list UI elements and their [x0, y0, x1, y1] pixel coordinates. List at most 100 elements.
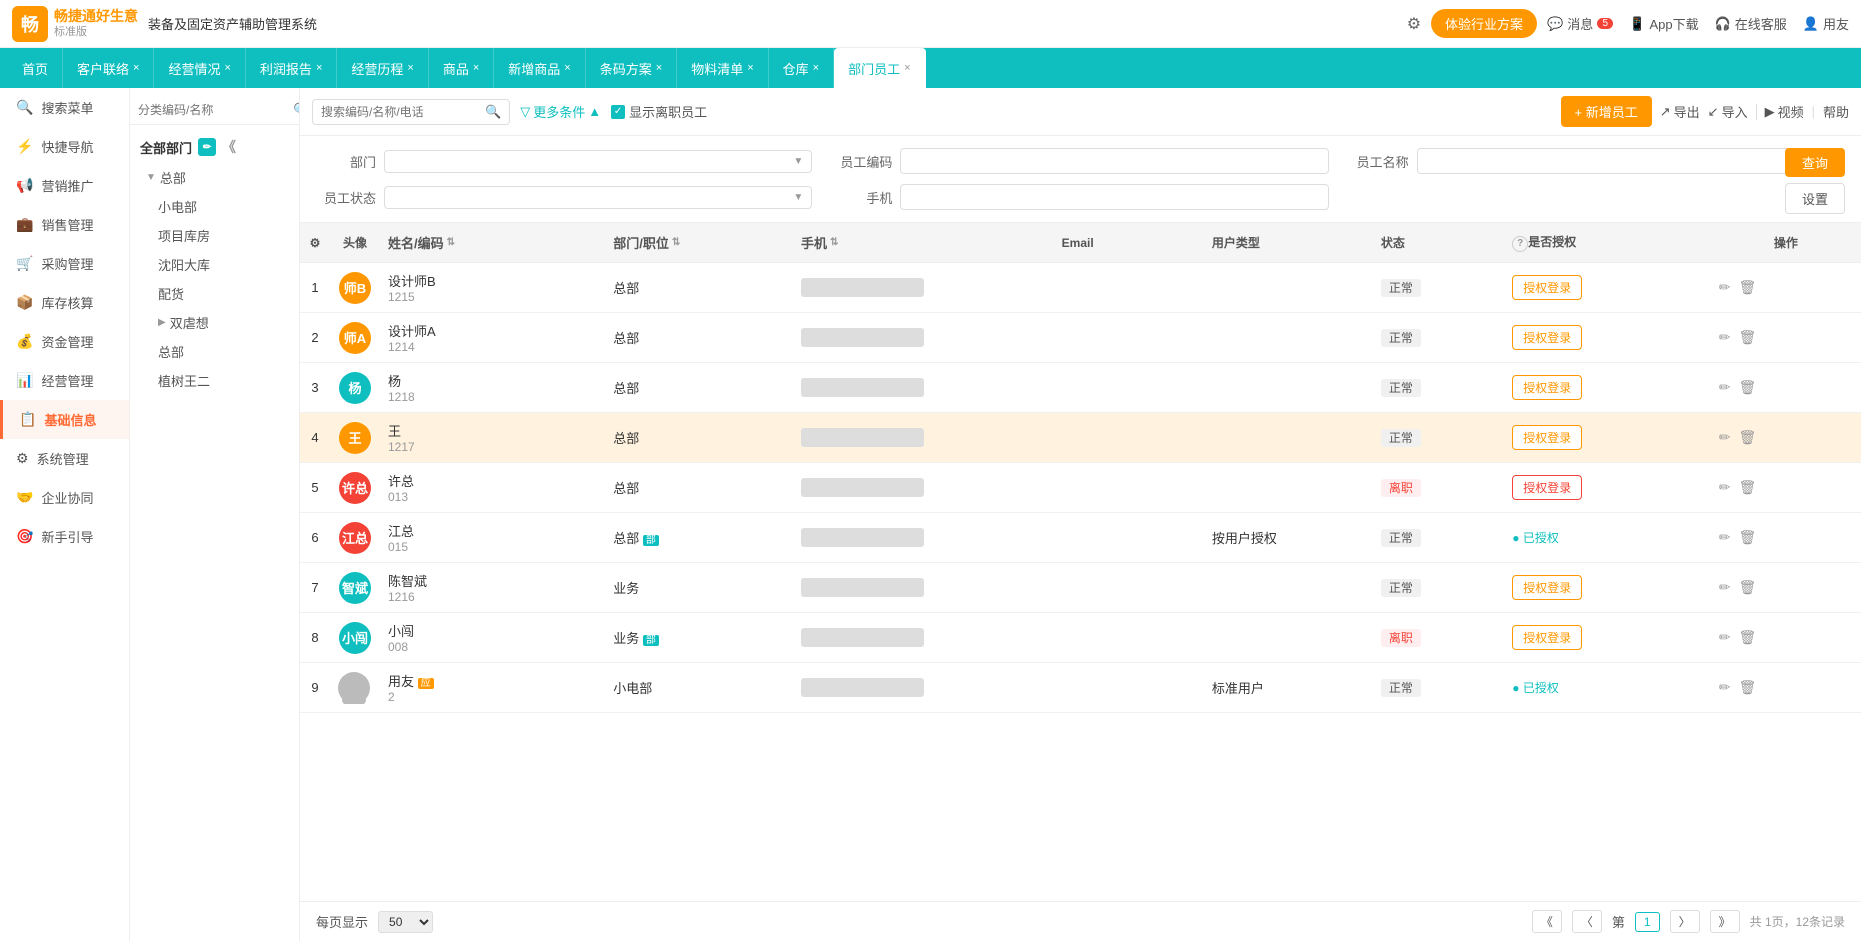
- add-employee-btn[interactable]: + 新增员工: [1561, 96, 1652, 127]
- export-btn[interactable]: ↗ 导出: [1660, 102, 1700, 121]
- try-btn[interactable]: 体验行业方案: [1431, 9, 1537, 38]
- sidebar-item-marketing[interactable]: 📢 营销推广: [0, 166, 129, 205]
- dept-node-headquarters[interactable]: ▼ 总部: [130, 163, 299, 192]
- sidebar-item-sales[interactable]: 💼 销售管理: [0, 205, 129, 244]
- prev-page-btn[interactable]: 〈: [1572, 910, 1602, 933]
- delete-icon[interactable]: 🗑: [1738, 629, 1756, 646]
- sidebar-item-basic[interactable]: 📋 基础信息: [0, 400, 129, 439]
- sidebar-item-quicknav[interactable]: ⚡ 快捷导航: [0, 127, 129, 166]
- dept-node-ph[interactable]: 配货: [130, 279, 299, 308]
- dept-node-sy[interactable]: 沈阳大库: [130, 250, 299, 279]
- edit-icon[interactable]: ✏: [1719, 329, 1731, 346]
- tab-home[interactable]: 首页: [8, 48, 63, 88]
- import-btn[interactable]: ↙ 导入: [1708, 102, 1748, 121]
- tab-close[interactable]: ×: [813, 62, 819, 74]
- user-btn[interactable]: 👤 用友: [1803, 14, 1849, 33]
- tab-operations[interactable]: 经营情况 ×: [154, 48, 245, 88]
- tab-barcode[interactable]: 条码方案 ×: [586, 48, 677, 88]
- tab-department[interactable]: 部门员工 ×: [834, 48, 925, 88]
- sidebar-item-system[interactable]: ⚙ 系统管理: [0, 439, 129, 478]
- reset-btn[interactable]: 设置: [1785, 183, 1845, 214]
- dept-search-input[interactable]: [138, 103, 293, 117]
- edit-icon[interactable]: ✏: [1719, 679, 1731, 696]
- sidebar-item-business[interactable]: 📊 经营管理: [0, 361, 129, 400]
- delete-icon[interactable]: 🗑: [1738, 429, 1756, 446]
- gear-icon[interactable]: ⚙: [1407, 14, 1421, 34]
- online-service-btn[interactable]: 🎧 在线客服: [1715, 14, 1787, 33]
- tab-close[interactable]: ×: [473, 62, 479, 74]
- delete-icon[interactable]: 🗑: [1738, 529, 1756, 546]
- delete-icon[interactable]: 🗑: [1738, 679, 1756, 696]
- sidebar-item-search[interactable]: 🔍 搜索菜单: [0, 88, 129, 127]
- th-name[interactable]: 姓名/编码⇅: [380, 223, 605, 263]
- edit-icon[interactable]: ✏: [1719, 479, 1731, 496]
- dept-node-zs[interactable]: 植树王二: [130, 366, 299, 395]
- search-submit-icon[interactable]: 🔍: [485, 104, 501, 120]
- per-page-select[interactable]: 50 100: [378, 911, 433, 933]
- search-input[interactable]: [321, 105, 481, 119]
- emp-status-select[interactable]: ▼: [384, 186, 812, 209]
- query-btn[interactable]: 查询: [1785, 148, 1845, 177]
- message-btn[interactable]: 💬 消息 5: [1547, 14, 1613, 33]
- tab-close[interactable]: ×: [747, 62, 753, 74]
- tab-close[interactable]: ×: [133, 62, 139, 74]
- dept-node-zb[interactable]: 总部: [130, 337, 299, 366]
- phone-input[interactable]: [900, 184, 1328, 210]
- sidebar-item-inventory[interactable]: 📦 库存核算: [0, 283, 129, 322]
- sidebar-item-purchase[interactable]: 🛒 采购管理: [0, 244, 129, 283]
- auth-btn[interactable]: 授权登录: [1512, 275, 1582, 300]
- auth-btn[interactable]: 授权登录: [1512, 625, 1582, 650]
- delete-icon[interactable]: 🗑: [1738, 579, 1756, 596]
- dept-node-xiao[interactable]: 小电部: [130, 192, 299, 221]
- tab-close[interactable]: ×: [564, 62, 570, 74]
- app-download-btn[interactable]: 📱 App下载: [1629, 14, 1698, 33]
- sidebar-item-guide[interactable]: 🎯 新手引导: [0, 517, 129, 556]
- dept-node-sx[interactable]: ▶ 双虐想: [130, 308, 299, 337]
- delete-icon[interactable]: 🗑: [1738, 479, 1756, 496]
- dept-collapse-icon[interactable]: 《: [222, 137, 236, 157]
- tab-close[interactable]: ×: [407, 62, 413, 74]
- sidebar-item-collab[interactable]: 🤝 企业协同: [0, 478, 129, 517]
- tab-close[interactable]: ×: [316, 62, 322, 74]
- dept-node-proj[interactable]: 项目库房: [130, 221, 299, 250]
- th-dept[interactable]: 部门/职位⇅: [605, 223, 793, 263]
- show-resigned-checkbox[interactable]: ✓ 显示离职员工: [611, 102, 707, 121]
- more-conditions-btn[interactable]: ▽ 更多条件 ▲: [520, 102, 601, 121]
- tab-close[interactable]: ×: [224, 62, 230, 74]
- delete-icon[interactable]: 🗑: [1738, 379, 1756, 396]
- emp-name-input[interactable]: [1417, 148, 1845, 174]
- tab-warehouse[interactable]: 仓库 ×: [769, 48, 834, 88]
- auth-btn[interactable]: 授权登录: [1512, 325, 1582, 350]
- video-btn[interactable]: ▶ 视频: [1765, 102, 1804, 121]
- tab-goods[interactable]: 商品 ×: [429, 48, 494, 88]
- th-phone[interactable]: 手机⇅: [793, 223, 1054, 263]
- dept-edit-icon[interactable]: ✏: [198, 138, 216, 156]
- auth-btn[interactable]: 授权登录: [1512, 425, 1582, 450]
- help-btn[interactable]: 帮助: [1823, 102, 1849, 121]
- edit-icon[interactable]: ✏: [1719, 279, 1731, 296]
- auth-btn[interactable]: 授权登录: [1512, 375, 1582, 400]
- delete-icon[interactable]: 🗑: [1738, 329, 1756, 346]
- edit-icon[interactable]: ✏: [1719, 379, 1731, 396]
- tab-add-goods[interactable]: 新增商品 ×: [494, 48, 585, 88]
- sidebar-item-finance[interactable]: 💰 资金管理: [0, 322, 129, 361]
- auth-btn[interactable]: 授权登录: [1512, 575, 1582, 600]
- first-page-btn[interactable]: 《: [1532, 910, 1562, 933]
- tab-profit[interactable]: 利润报告 ×: [246, 48, 337, 88]
- next-page-btn[interactable]: 〉: [1670, 910, 1700, 933]
- tab-history[interactable]: 经营历程 ×: [337, 48, 428, 88]
- emp-code-input[interactable]: [900, 148, 1328, 174]
- tab-close[interactable]: ×: [904, 62, 910, 74]
- edit-icon[interactable]: ✏: [1719, 529, 1731, 546]
- auth-btn[interactable]: 授权登录: [1512, 475, 1582, 500]
- edit-icon[interactable]: ✏: [1719, 629, 1731, 646]
- dept-select[interactable]: ▼: [384, 150, 812, 173]
- tab-customer[interactable]: 客户联络 ×: [63, 48, 154, 88]
- edit-icon[interactable]: ✏: [1719, 579, 1731, 596]
- edit-icon[interactable]: ✏: [1719, 429, 1731, 446]
- tab-close[interactable]: ×: [656, 62, 662, 74]
- th-settings[interactable]: ⚙: [300, 223, 330, 263]
- last-page-btn[interactable]: 》: [1710, 910, 1740, 933]
- tab-bom[interactable]: 物料清单 ×: [677, 48, 768, 88]
- delete-icon[interactable]: 🗑: [1738, 279, 1756, 296]
